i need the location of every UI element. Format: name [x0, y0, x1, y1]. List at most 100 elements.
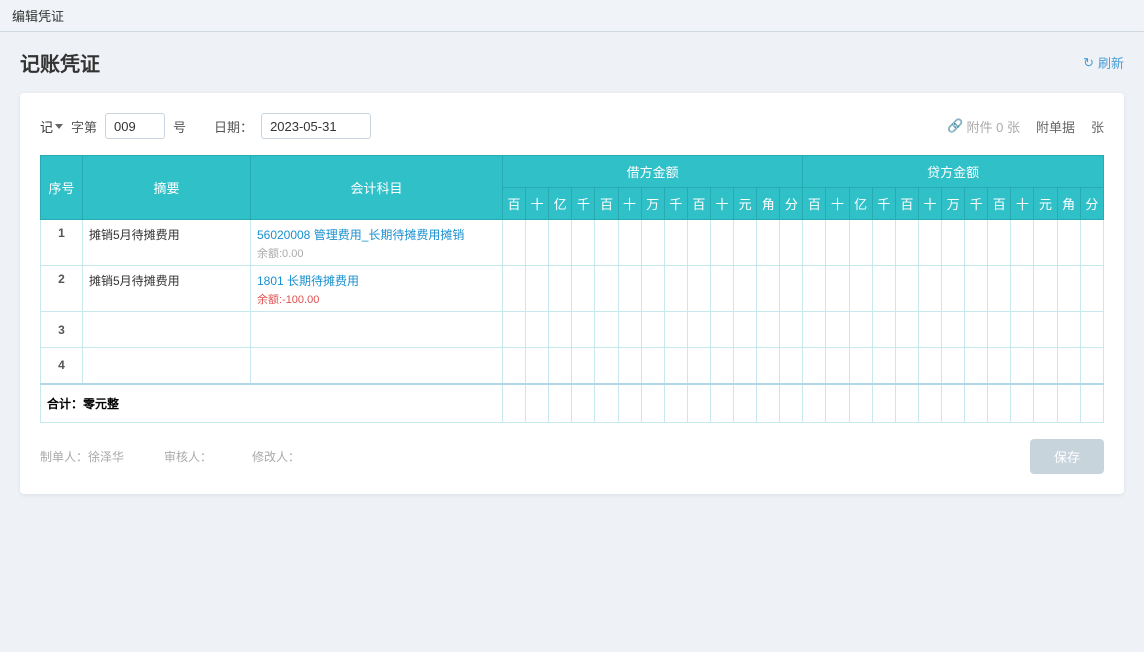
credit-digit-6[interactable] [942, 348, 965, 384]
debit-digit-12[interactable] [780, 312, 803, 348]
debit-digit-7[interactable] [664, 266, 687, 312]
single-attach-btn[interactable]: 附单据 [1036, 117, 1075, 136]
debit-digit-1[interactable] [526, 220, 549, 266]
credit-digit-5[interactable] [918, 312, 941, 348]
credit-digit-1[interactable] [826, 220, 849, 266]
credit-digit-9[interactable] [1011, 348, 1034, 384]
credit-digit-12[interactable] [1080, 220, 1103, 266]
credit-digit-5[interactable] [918, 348, 941, 384]
debit-digit-4[interactable] [595, 348, 618, 384]
credit-digit-7[interactable] [965, 312, 988, 348]
credit-digit-10[interactable] [1034, 348, 1057, 384]
credit-digit-6[interactable] [942, 312, 965, 348]
credit-digit-7[interactable] [965, 220, 988, 266]
table-row[interactable]: 4 [41, 348, 1104, 384]
debit-digit-11[interactable] [757, 266, 780, 312]
debit-digit-1[interactable] [526, 312, 549, 348]
credit-digit-4[interactable] [895, 348, 918, 384]
credit-digit-4[interactable] [895, 220, 918, 266]
refresh-button[interactable]: ↻ 刷新 [1083, 53, 1124, 72]
credit-digit-9[interactable] [1011, 312, 1034, 348]
debit-digit-7[interactable] [664, 220, 687, 266]
credit-digit-7[interactable] [965, 266, 988, 312]
debit-digit-2[interactable] [549, 312, 572, 348]
row-account[interactable] [250, 348, 502, 384]
row-summary[interactable] [82, 312, 250, 348]
credit-digit-12[interactable] [1080, 348, 1103, 384]
debit-digit-0[interactable] [502, 266, 525, 312]
credit-digit-1[interactable] [826, 266, 849, 312]
credit-digit-6[interactable] [942, 220, 965, 266]
credit-digit-7[interactable] [965, 348, 988, 384]
debit-digit-6[interactable] [641, 312, 664, 348]
credit-digit-1[interactable] [826, 312, 849, 348]
debit-digit-6[interactable] [641, 220, 664, 266]
debit-digit-4[interactable] [595, 312, 618, 348]
debit-digit-8[interactable] [687, 348, 710, 384]
credit-digit-2[interactable] [849, 348, 872, 384]
type-dropdown[interactable]: 记 [40, 117, 63, 136]
debit-digit-3[interactable] [572, 220, 595, 266]
credit-digit-11[interactable] [1057, 348, 1080, 384]
credit-digit-2[interactable] [849, 266, 872, 312]
debit-digit-0[interactable] [502, 220, 525, 266]
credit-digit-3[interactable] [872, 348, 895, 384]
debit-digit-5[interactable] [618, 220, 641, 266]
credit-digit-1[interactable] [826, 348, 849, 384]
debit-digit-9[interactable] [710, 220, 733, 266]
credit-digit-5[interactable] [918, 220, 941, 266]
credit-digit-12[interactable] [1080, 266, 1103, 312]
debit-digit-6[interactable] [641, 348, 664, 384]
credit-digit-9[interactable] [1011, 266, 1034, 312]
debit-digit-2[interactable] [549, 348, 572, 384]
debit-digit-10[interactable] [734, 220, 757, 266]
debit-digit-0[interactable] [502, 312, 525, 348]
debit-digit-8[interactable] [687, 312, 710, 348]
credit-digit-10[interactable] [1034, 312, 1057, 348]
date-input[interactable] [261, 113, 371, 139]
credit-digit-4[interactable] [895, 312, 918, 348]
credit-digit-3[interactable] [872, 266, 895, 312]
debit-digit-11[interactable] [757, 220, 780, 266]
credit-digit-8[interactable] [988, 220, 1011, 266]
debit-digit-11[interactable] [757, 348, 780, 384]
debit-digit-10[interactable] [734, 348, 757, 384]
table-row[interactable]: 1摊销5月待摊费用56020008 管理费用_长期待摊费用摊销余额:0.00 [41, 220, 1104, 266]
credit-digit-0[interactable] [803, 266, 826, 312]
credit-digit-3[interactable] [872, 312, 895, 348]
table-row[interactable]: 2摊销5月待摊费用1801 长期待摊费用余额:-100.00 [41, 266, 1104, 312]
save-button[interactable]: 保存 [1030, 439, 1104, 474]
credit-digit-2[interactable] [849, 220, 872, 266]
row-summary[interactable] [82, 348, 250, 384]
credit-digit-10[interactable] [1034, 220, 1057, 266]
debit-digit-7[interactable] [664, 348, 687, 384]
credit-digit-11[interactable] [1057, 312, 1080, 348]
debit-digit-12[interactable] [780, 348, 803, 384]
credit-digit-6[interactable] [942, 266, 965, 312]
row-summary[interactable]: 摊销5月待摊费用 [82, 266, 250, 312]
table-row[interactable]: 3 [41, 312, 1104, 348]
debit-digit-10[interactable] [734, 312, 757, 348]
debit-digit-9[interactable] [710, 312, 733, 348]
credit-digit-12[interactable] [1080, 312, 1103, 348]
debit-digit-12[interactable] [780, 220, 803, 266]
credit-digit-9[interactable] [1011, 220, 1034, 266]
credit-digit-5[interactable] [918, 266, 941, 312]
credit-digit-8[interactable] [988, 348, 1011, 384]
debit-digit-4[interactable] [595, 220, 618, 266]
credit-digit-8[interactable] [988, 312, 1011, 348]
row-summary[interactable]: 摊销5月待摊费用 [82, 220, 250, 266]
row-account[interactable]: 1801 长期待摊费用余额:-100.00 [250, 266, 502, 312]
credit-digit-0[interactable] [803, 348, 826, 384]
credit-digit-0[interactable] [803, 220, 826, 266]
debit-digit-3[interactable] [572, 266, 595, 312]
credit-digit-8[interactable] [988, 266, 1011, 312]
debit-digit-8[interactable] [687, 266, 710, 312]
attachment-link[interactable]: 🔗 附件 0 张 [947, 117, 1020, 136]
debit-digit-1[interactable] [526, 266, 549, 312]
row-account[interactable] [250, 312, 502, 348]
debit-digit-10[interactable] [734, 266, 757, 312]
debit-digit-12[interactable] [780, 266, 803, 312]
debit-digit-8[interactable] [687, 220, 710, 266]
debit-digit-9[interactable] [710, 266, 733, 312]
